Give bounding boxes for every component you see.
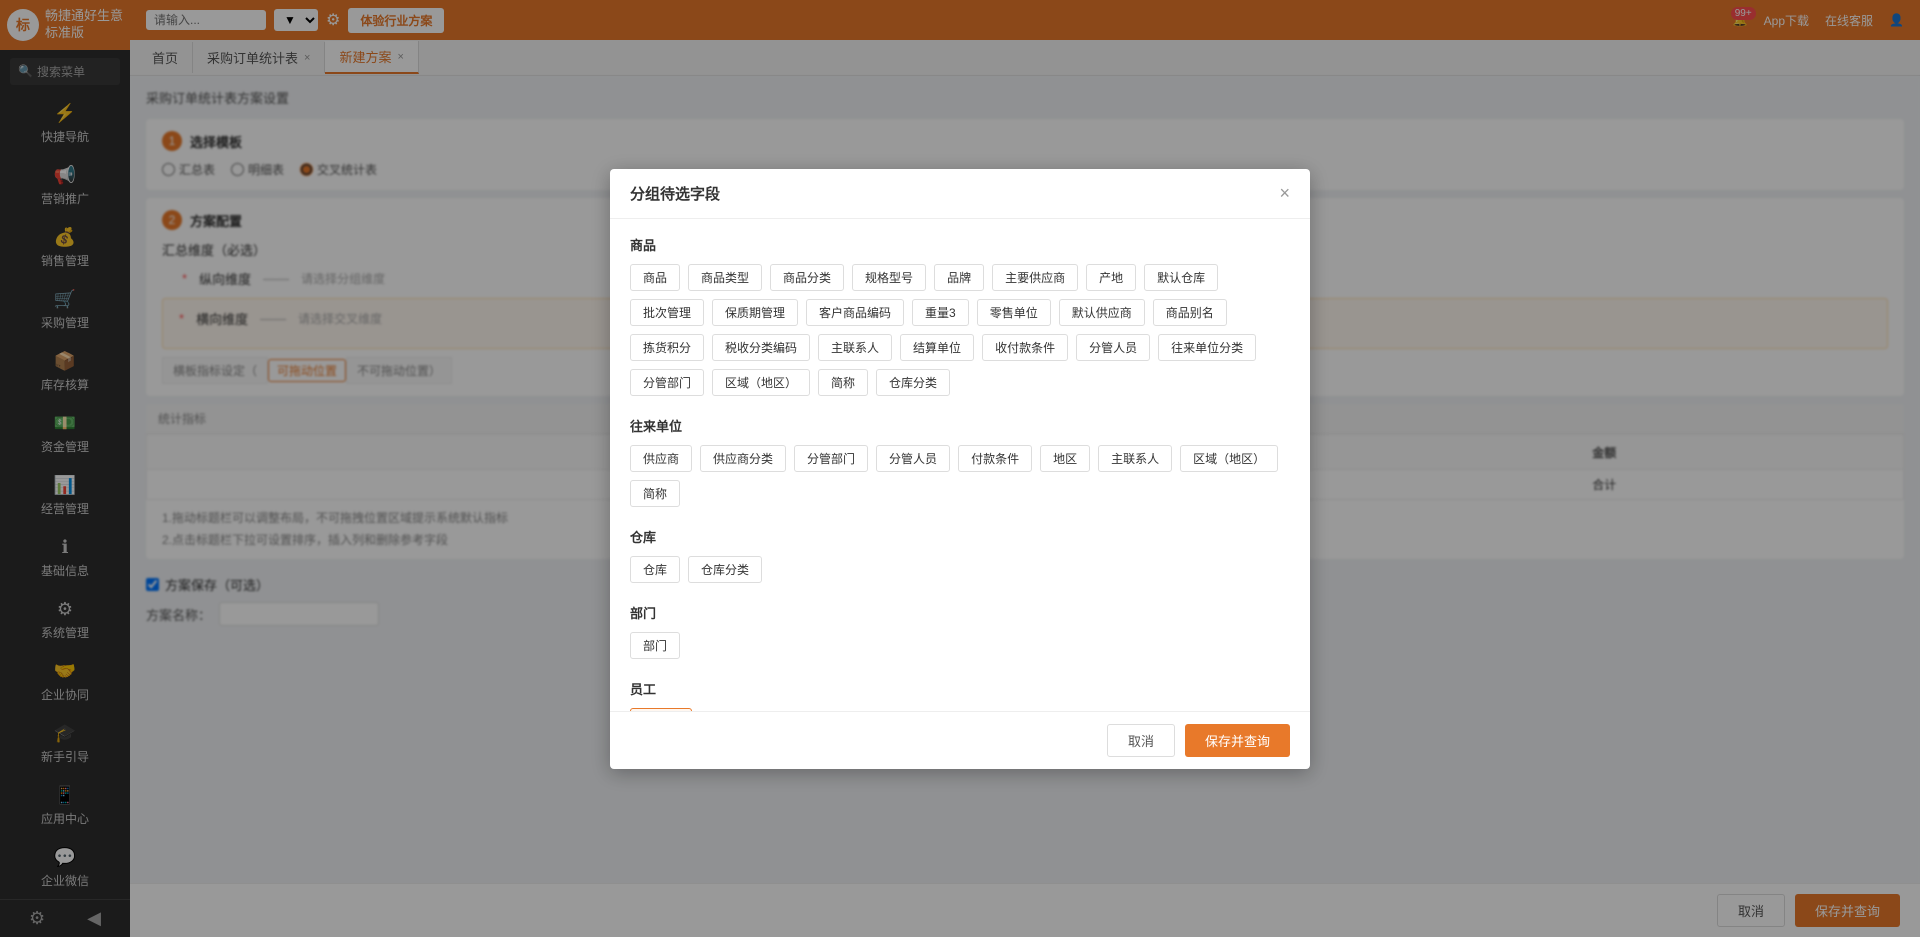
field-tag-warehouse[interactable]: 仓库 (630, 556, 680, 583)
section-warehouse: 仓库 仓库 仓库分类 (630, 527, 1290, 583)
modal-title: 分组待选字段 (630, 183, 720, 204)
field-tag-payment-terms[interactable]: 收付款条件 (982, 334, 1068, 361)
field-tag-short-name[interactable]: 简称 (818, 369, 868, 396)
modal-footer: 取消 保存并查询 (610, 711, 1310, 769)
field-tag-unit-category[interactable]: 往来单位分类 (1158, 334, 1256, 361)
field-tag-manager[interactable]: 分管人员 (1076, 334, 1150, 361)
section-partner-tags: 供应商 供应商分类 分管部门 分管人员 付款条件 地区 主联系人 区域（地区） … (630, 445, 1290, 507)
field-tag-customer-code[interactable]: 客户商品编码 (806, 299, 904, 326)
section-staff: 员工 业务员 (630, 679, 1290, 711)
modal-overlay: 分组待选字段 × 商品 商品 商品类型 商品分类 规格型号 品牌 主要供应商 产… (0, 0, 1920, 937)
section-goods-title: 商品 (630, 235, 1290, 254)
field-tag-batch[interactable]: 批次管理 (630, 299, 704, 326)
field-tag-weight[interactable]: 重量3 (912, 299, 969, 326)
modal-header: 分组待选字段 × (610, 169, 1310, 219)
field-tag-expiry[interactable]: 保质期管理 (712, 299, 798, 326)
field-tag-region[interactable]: 区域（地区） (712, 369, 810, 396)
section-partner-title: 往来单位 (630, 416, 1290, 435)
modal-body: 商品 商品 商品类型 商品分类 规格型号 品牌 主要供应商 产地 默认仓库 批次… (610, 219, 1310, 711)
field-tag-goods-alias[interactable]: 商品别名 (1153, 299, 1227, 326)
field-tag-partner-contact[interactable]: 主联系人 (1098, 445, 1172, 472)
field-tag-default-warehouse[interactable]: 默认仓库 (1144, 264, 1218, 291)
field-tag-warehouse-cat[interactable]: 仓库分类 (688, 556, 762, 583)
section-department: 部门 部门 (630, 603, 1290, 659)
field-tag-area[interactable]: 地区 (1040, 445, 1090, 472)
field-tag-retail-unit[interactable]: 零售单位 (977, 299, 1051, 326)
field-tag-goods-type[interactable]: 商品类型 (688, 264, 762, 291)
field-tag-goods-category[interactable]: 商品分类 (770, 264, 844, 291)
field-tag-pick-points[interactable]: 拣货积分 (630, 334, 704, 361)
field-tag-spec[interactable]: 规格型号 (852, 264, 926, 291)
field-tag-brand[interactable]: 品牌 (934, 264, 984, 291)
field-tag-main-supplier[interactable]: 主要供应商 (992, 264, 1078, 291)
field-tag-tax-code[interactable]: 税收分类编码 (712, 334, 810, 361)
field-tag-dept[interactable]: 分管部门 (630, 369, 704, 396)
section-partner: 往来单位 供应商 供应商分类 分管部门 分管人员 付款条件 地区 主联系人 区域… (630, 416, 1290, 507)
field-tag-goods[interactable]: 商品 (630, 264, 680, 291)
field-tag-partner-dept[interactable]: 分管部门 (794, 445, 868, 472)
field-select-modal: 分组待选字段 × 商品 商品 商品类型 商品分类 规格型号 品牌 主要供应商 产… (610, 169, 1310, 769)
section-department-tags: 部门 (630, 632, 1290, 659)
field-tag-settlement-unit[interactable]: 结算单位 (900, 334, 974, 361)
field-tag-partner-region[interactable]: 区域（地区） (1180, 445, 1278, 472)
section-goods: 商品 商品 商品类型 商品分类 规格型号 品牌 主要供应商 产地 默认仓库 批次… (630, 235, 1290, 396)
field-tag-supplier[interactable]: 供应商 (630, 445, 692, 472)
modal-close-button[interactable]: × (1279, 183, 1290, 204)
section-department-title: 部门 (630, 603, 1290, 622)
field-tag-origin[interactable]: 产地 (1086, 264, 1136, 291)
field-tag-default-supplier[interactable]: 默认供应商 (1059, 299, 1145, 326)
field-tag-partner-short[interactable]: 简称 (630, 480, 680, 507)
field-tag-partner-manager[interactable]: 分管人员 (876, 445, 950, 472)
field-tag-supplier-category[interactable]: 供应商分类 (700, 445, 786, 472)
field-tag-warehouse-category[interactable]: 仓库分类 (876, 369, 950, 396)
modal-cancel-button[interactable]: 取消 (1107, 724, 1175, 757)
field-tag-main-contact[interactable]: 主联系人 (818, 334, 892, 361)
section-goods-tags: 商品 商品类型 商品分类 规格型号 品牌 主要供应商 产地 默认仓库 批次管理 … (630, 264, 1290, 396)
section-warehouse-tags: 仓库 仓库分类 (630, 556, 1290, 583)
section-staff-title: 员工 (630, 679, 1290, 698)
section-warehouse-title: 仓库 (630, 527, 1290, 546)
field-tag-payment-cond[interactable]: 付款条件 (958, 445, 1032, 472)
modal-confirm-button[interactable]: 保存并查询 (1185, 724, 1290, 757)
field-tag-department[interactable]: 部门 (630, 632, 680, 659)
